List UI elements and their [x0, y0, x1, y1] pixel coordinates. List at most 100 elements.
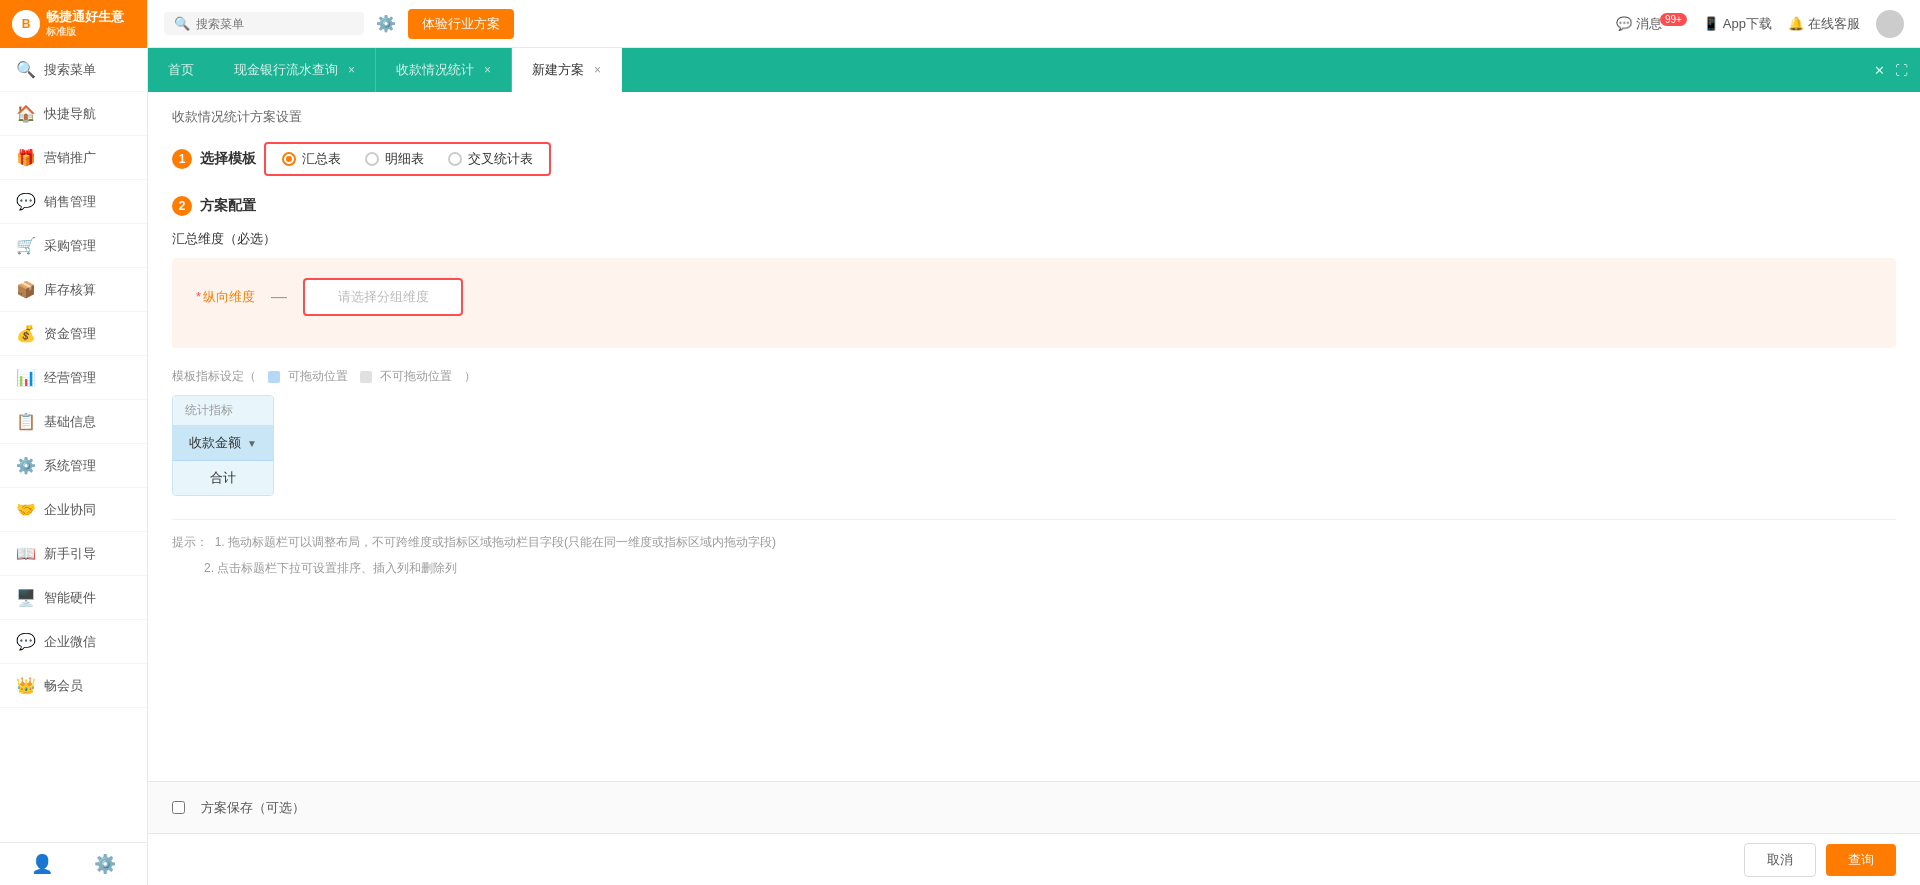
tab-newplan-close[interactable]: × — [594, 63, 601, 77]
metrics-legend-fixed: 不可拖动位置 — [360, 368, 452, 385]
handshake-icon: 🤝 — [16, 500, 36, 519]
sidebar-item-guide[interactable]: 📖 新手引导 — [0, 532, 147, 576]
tabbar: 首页 现金银行流水查询 × 收款情况统计 × 新建方案 × ✕ ⛶ — [148, 48, 1920, 92]
sidebar-item-finance[interactable]: 💰 资金管理 — [0, 312, 147, 356]
metrics-dropdown-icon[interactable]: ▼ — [247, 438, 257, 449]
dimension-arrow: — — [271, 288, 287, 306]
metrics-col1-label: 收款金额 — [189, 434, 241, 452]
config-section: 汇总维度（必选） *纵向维度 — 请选择分组维度 模板 — [172, 230, 1896, 591]
sidebar-item-label: 销售管理 — [44, 193, 96, 211]
dimension-selector[interactable]: 请选择分组维度 — [303, 278, 463, 316]
dimension-row: *纵向维度 — 请选择分组维度 — [196, 278, 1872, 316]
download-icon: 📱 — [1703, 16, 1719, 31]
radio-crosstab-label: 交叉统计表 — [468, 150, 533, 168]
app-download-item[interactable]: 📱 App下载 — [1703, 15, 1772, 33]
radio-detail-label: 明细表 — [385, 150, 424, 168]
search-input[interactable] — [196, 17, 336, 31]
online-support-label: 在线客服 — [1808, 15, 1860, 33]
step2-section: 2 方案配置 汇总维度（必选） *纵向维度 — 请选择分组维度 — [172, 196, 1896, 591]
legend-fixed-dot — [360, 371, 372, 383]
sidebar-item-inventory[interactable]: 📦 库存核算 — [0, 268, 147, 312]
sidebar-item-hardware[interactable]: 🖥️ 智能硬件 — [0, 576, 147, 620]
step2-header: 2 方案配置 — [172, 196, 1896, 216]
sidebar-item-marketing[interactable]: 🎁 营销推广 — [0, 136, 147, 180]
sidebar-logo: B 畅捷通好生意 标准版 — [0, 0, 147, 48]
page-title: 收款情况统计方案设置 — [172, 108, 1896, 126]
legend-fixed-text: 不可拖动位置 — [380, 368, 452, 385]
sidebar-item-quicknav[interactable]: 🏠 快捷导航 — [0, 92, 147, 136]
trial-button[interactable]: 体验行业方案 — [408, 9, 514, 39]
cancel-button[interactable]: 取消 — [1744, 843, 1816, 877]
user-avatar[interactable] — [1876, 10, 1904, 38]
chart-icon: 📊 — [16, 368, 36, 387]
clipboard-icon: 📋 — [16, 412, 36, 431]
support-icon: 🔔 — [1788, 16, 1804, 31]
query-button[interactable]: 查询 — [1826, 844, 1896, 876]
metrics-label-row: 模板指标设定（ 可拖动位置 不可拖动位置 ） — [172, 368, 1896, 385]
notification-item[interactable]: 💬 消息 99+ — [1616, 15, 1687, 33]
tab-bank-close[interactable]: × — [348, 63, 355, 77]
sidebar-item-basic[interactable]: 📋 基础信息 — [0, 400, 147, 444]
expand-icon[interactable]: ⛶ — [1895, 63, 1908, 78]
sidebar-item-label: 快捷导航 — [44, 105, 96, 123]
tab-bank[interactable]: 现金银行流水查询 × — [214, 48, 376, 92]
sidebar-item-search[interactable]: 🔍 搜索菜单 — [0, 48, 147, 92]
radio-summary-label: 汇总表 — [302, 150, 341, 168]
logo-text: 畅捷通好生意 — [46, 9, 124, 25]
tab-receipt[interactable]: 收款情况统计 × — [376, 48, 512, 92]
tab-home[interactable]: 首页 — [148, 48, 214, 92]
sidebar-item-purchase[interactable]: 🛒 采购管理 — [0, 224, 147, 268]
sidebar: B 畅捷通好生意 标准版 🔍 搜索菜单 🏠 快捷导航 🎁 营销推广 💬 销售管理… — [0, 0, 148, 885]
tab-receipt-close[interactable]: × — [484, 63, 491, 77]
tip-title: 提示： 1. 拖动标题栏可以调整布局，不可跨维度或指标区域拖动栏目字段(只能在同… — [172, 532, 1896, 554]
tab-newplan[interactable]: 新建方案 × — [512, 48, 622, 92]
sidebar-item-operations[interactable]: 📊 经营管理 — [0, 356, 147, 400]
monitor-icon: 🖥️ — [16, 588, 36, 607]
required-star: * — [196, 289, 201, 304]
box-icon: 📦 — [16, 280, 36, 299]
search-icon: 🔍 — [16, 60, 36, 79]
sidebar-item-label: 基础信息 — [44, 413, 96, 431]
search-box[interactable]: 🔍 — [164, 12, 364, 35]
sidebar-item-label: 智能硬件 — [44, 589, 96, 607]
notification-badge: 99+ — [1660, 13, 1687, 26]
sidebar-item-label: 采购管理 — [44, 237, 96, 255]
sidebar-item-member[interactable]: 👑 畅会员 — [0, 664, 147, 708]
online-support-item[interactable]: 🔔 在线客服 — [1788, 15, 1860, 33]
sidebar-footer-icon2[interactable]: ⚙️ — [94, 853, 116, 875]
radio-crosstab[interactable]: 交叉统计表 — [448, 150, 533, 168]
sidebar-item-label: 资金管理 — [44, 325, 96, 343]
metrics-col1-subrow: 合计 — [173, 461, 273, 495]
logo-sub: 标准版 — [46, 25, 124, 39]
money-icon: 💰 — [16, 324, 36, 343]
action-bar: 取消 查询 — [148, 833, 1920, 885]
sidebar-item-label: 系统管理 — [44, 457, 96, 475]
sidebar-item-system[interactable]: ⚙️ 系统管理 — [0, 444, 147, 488]
sidebar-item-label: 营销推广 — [44, 149, 96, 167]
app-download-label: App下载 — [1723, 15, 1772, 33]
sidebar-item-wechat[interactable]: 💬 企业微信 — [0, 620, 147, 664]
radio-detail[interactable]: 明细表 — [365, 150, 424, 168]
step1-badge: 1 — [172, 149, 192, 169]
metrics-section: 模板指标设定（ 可拖动位置 不可拖动位置 ） — [172, 368, 1896, 499]
sidebar-item-sales[interactable]: 💬 销售管理 — [0, 180, 147, 224]
sidebar-item-label: 新手引导 — [44, 545, 96, 563]
content-area: 收款情况统计方案设置 1 选择模板 汇总表 — [148, 92, 1920, 781]
radio-summary[interactable]: 汇总表 — [282, 150, 341, 168]
tab-receipt-label: 收款情况统计 — [396, 61, 474, 79]
settings-icon[interactable]: ⚙️ — [376, 14, 396, 33]
sidebar-item-label: 企业协同 — [44, 501, 96, 519]
tab-newplan-label: 新建方案 — [532, 61, 584, 79]
radio-detail-circle — [365, 152, 379, 166]
cart-icon: 🛒 — [16, 236, 36, 255]
sidebar-item-collab[interactable]: 🤝 企业协同 — [0, 488, 147, 532]
notification-label: 消息 — [1636, 15, 1662, 33]
close-all-icon[interactable]: ✕ — [1874, 63, 1885, 78]
metrics-col1-header[interactable]: 收款金额 ▼ — [173, 426, 273, 461]
metrics-legend-draggable: 可拖动位置 — [268, 368, 348, 385]
search-icon: 🔍 — [174, 16, 190, 31]
sidebar-item-label: 库存核算 — [44, 281, 96, 299]
save-plan-checkbox[interactable] — [172, 801, 185, 814]
template-radio-group: 汇总表 明细表 交叉统计表 — [282, 150, 533, 168]
sidebar-footer-icon1[interactable]: 👤 — [31, 853, 53, 875]
